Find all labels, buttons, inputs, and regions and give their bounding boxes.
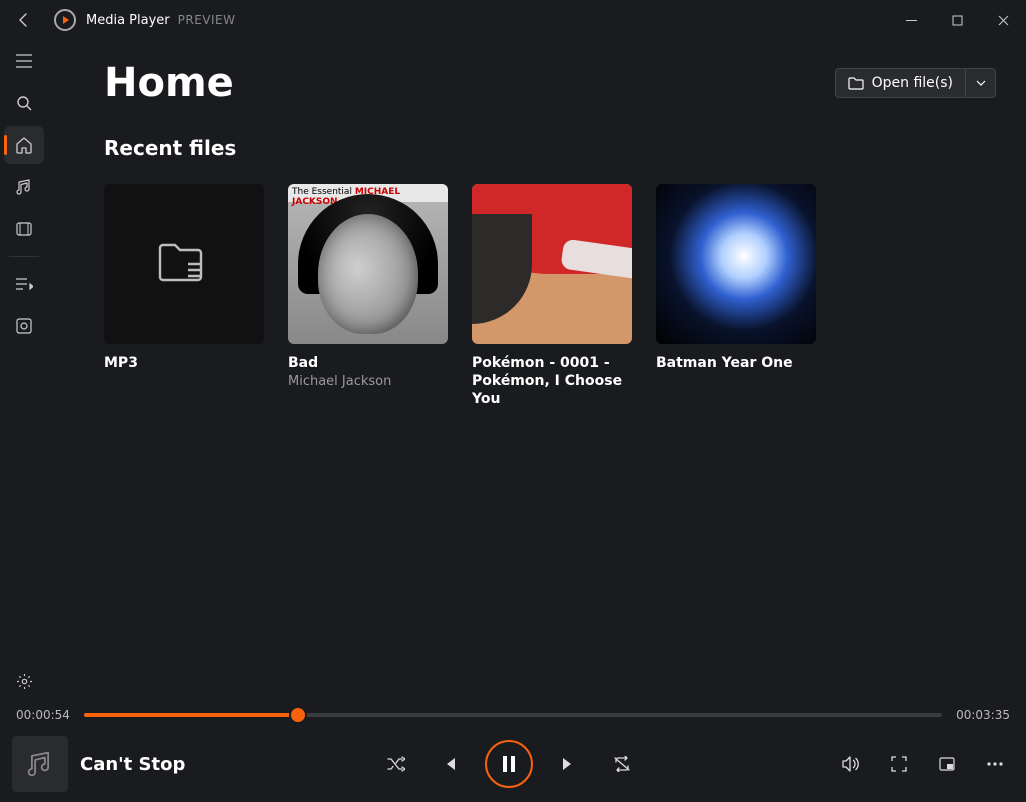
- more-button[interactable]: [976, 745, 1014, 783]
- settings-button[interactable]: [4, 662, 44, 700]
- hamburger-icon: [16, 54, 32, 68]
- sidebar-item-home[interactable]: [4, 126, 44, 164]
- miniplayer-icon: [939, 757, 955, 771]
- video-icon: [16, 222, 32, 236]
- titlebar: Media Player PREVIEW: [0, 0, 1026, 40]
- sidebar-item-playqueue[interactable]: [4, 307, 44, 345]
- previous-icon: [442, 756, 458, 772]
- previous-button[interactable]: [431, 745, 469, 783]
- recent-thumb-video: [656, 184, 816, 344]
- volume-button[interactable]: [832, 745, 870, 783]
- home-icon: [15, 136, 33, 154]
- search-button[interactable]: [4, 84, 44, 122]
- recent-subtitle: Michael Jackson: [288, 374, 448, 389]
- pause-icon: [501, 755, 517, 773]
- recent-card[interactable]: The Essential MICHAEL JACKSON Bad Michae…: [288, 184, 448, 409]
- recent-card[interactable]: Pokémon - 0001 - Pokémon, I Choose You: [472, 184, 632, 409]
- chevron-down-icon: [976, 80, 986, 86]
- shuffle-icon: [387, 756, 405, 772]
- sidebar: [0, 40, 48, 708]
- player-bar: Can't Stop: [0, 726, 1026, 802]
- shuffle-button[interactable]: [377, 745, 415, 783]
- back-button[interactable]: [4, 0, 44, 40]
- recent-card[interactable]: MP3: [104, 184, 264, 409]
- open-file-button[interactable]: Open file(s): [836, 69, 965, 97]
- open-file-group: Open file(s): [835, 68, 996, 98]
- player-controls: [197, 740, 820, 788]
- progress-knob[interactable]: [291, 708, 305, 722]
- recent-thumb-video: [472, 184, 632, 344]
- window-minimize-button[interactable]: [888, 4, 934, 36]
- miniplayer-button[interactable]: [928, 745, 966, 783]
- now-playing-title: Can't Stop: [80, 754, 185, 775]
- progress-fill: [84, 713, 299, 717]
- main-header: Home Open file(s): [104, 60, 996, 106]
- body: Home Open file(s) Recent files: [0, 40, 1026, 708]
- page-title: Home: [104, 60, 234, 106]
- progress-slider[interactable]: [84, 713, 942, 717]
- fullscreen-button[interactable]: [880, 745, 918, 783]
- window-close-button[interactable]: [980, 4, 1026, 36]
- recent-grid: MP3 The Essential MICHAEL JACKSON Bad Mi…: [104, 184, 996, 409]
- menu-button[interactable]: [4, 42, 44, 80]
- app-icon: [54, 9, 76, 31]
- disc-icon: [16, 318, 32, 334]
- window-maximize-button[interactable]: [934, 4, 980, 36]
- repeat-off-icon: [613, 756, 631, 772]
- search-icon: [16, 95, 32, 111]
- now-playing-thumb[interactable]: [12, 736, 68, 792]
- maximize-icon: [952, 15, 963, 26]
- sidebar-item-video[interactable]: [4, 210, 44, 248]
- playlist-icon: [16, 277, 33, 291]
- speaker-icon: [842, 756, 860, 772]
- player-right-controls: [832, 745, 1014, 783]
- music-note-icon: [27, 751, 53, 777]
- main-content: Home Open file(s) Recent files: [48, 40, 1026, 708]
- recent-title: MP3: [104, 354, 264, 372]
- minimize-icon: [906, 15, 917, 26]
- recent-title: Pokémon - 0001 - Pokémon, I Choose You: [472, 354, 632, 409]
- next-icon: [560, 756, 576, 772]
- progress-row: 00:00:54 00:03:35: [0, 708, 1026, 726]
- recent-card[interactable]: Batman Year One: [656, 184, 816, 409]
- recent-thumb-folder: [104, 184, 264, 344]
- next-button[interactable]: [549, 745, 587, 783]
- open-file-dropdown[interactable]: [965, 69, 995, 97]
- more-icon: [987, 762, 1003, 766]
- sidebar-item-playlists[interactable]: [4, 265, 44, 303]
- music-note-icon: [16, 179, 32, 195]
- fullscreen-icon: [891, 756, 907, 772]
- recent-title: Batman Year One: [656, 354, 816, 372]
- repeat-button[interactable]: [603, 745, 641, 783]
- app-badge: PREVIEW: [178, 13, 236, 27]
- sidebar-separator: [9, 256, 39, 257]
- close-icon: [998, 15, 1009, 26]
- total-time: 00:03:35: [956, 708, 1010, 722]
- folder-list-icon: [156, 240, 212, 288]
- recent-title: Bad: [288, 354, 448, 372]
- app-window: Media Player PREVIEW: [0, 0, 1026, 802]
- arrow-left-icon: [16, 12, 32, 28]
- sidebar-item-music[interactable]: [4, 168, 44, 206]
- folder-icon: [848, 76, 864, 90]
- app-title: Media Player: [86, 13, 170, 28]
- recent-files-heading: Recent files: [104, 136, 996, 160]
- recent-thumb-album: The Essential MICHAEL JACKSON: [288, 184, 448, 344]
- play-pause-button[interactable]: [485, 740, 533, 788]
- gear-icon: [16, 673, 33, 690]
- open-file-label: Open file(s): [872, 75, 953, 91]
- elapsed-time: 00:00:54: [16, 708, 70, 722]
